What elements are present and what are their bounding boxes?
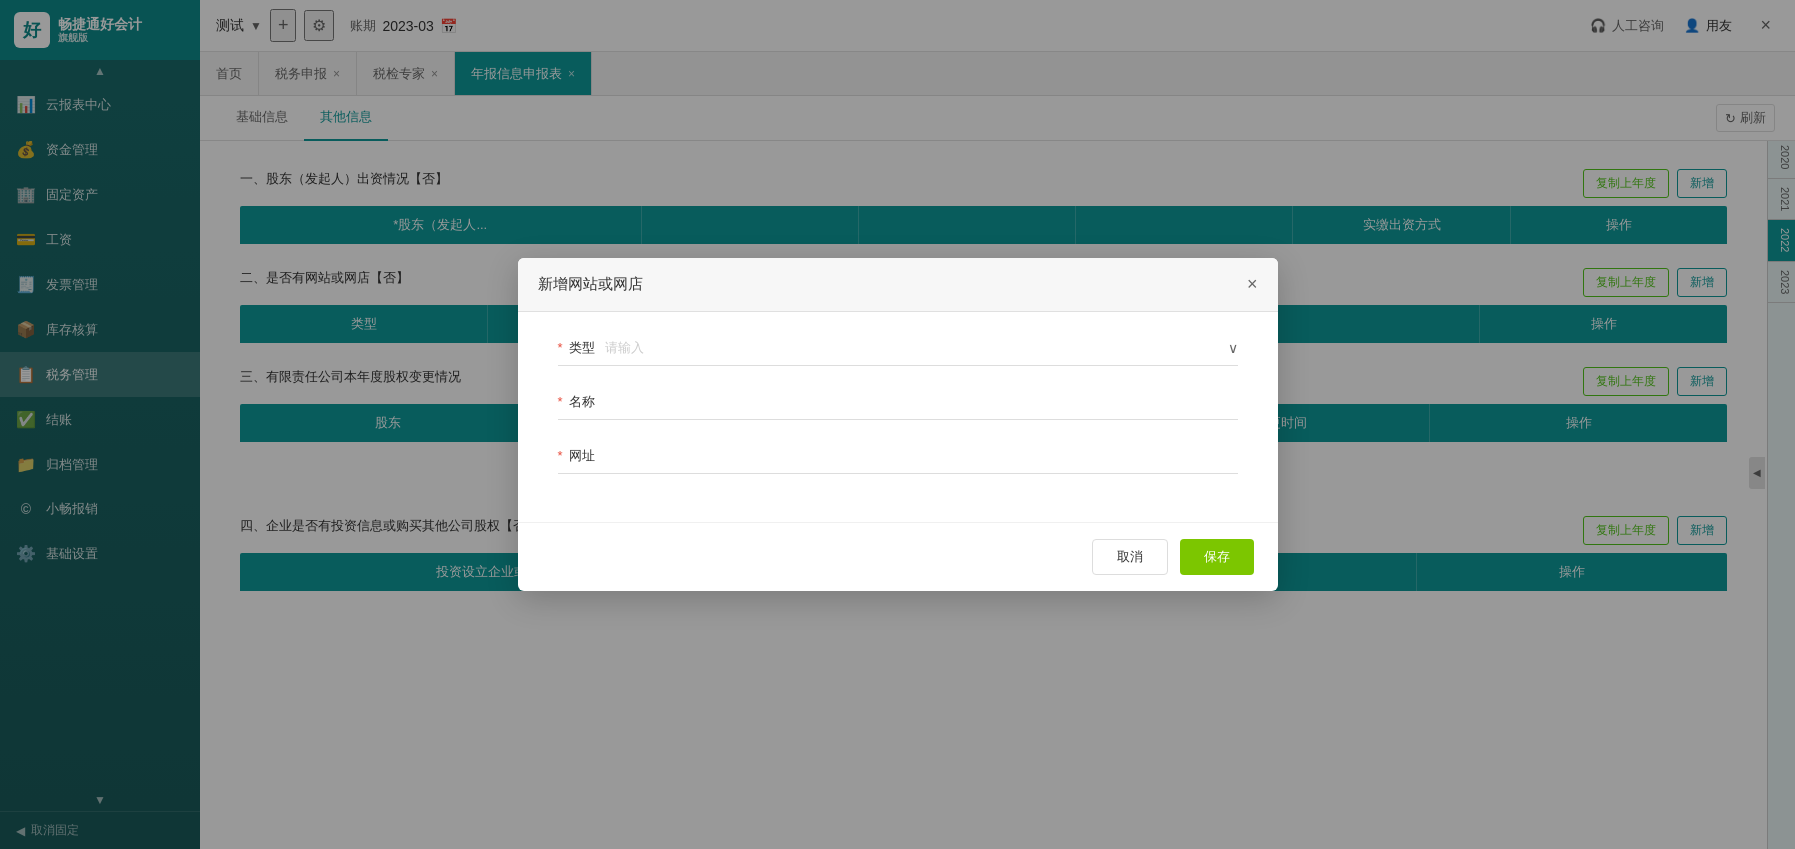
form-name-input-row: * 名称 bbox=[558, 390, 1238, 420]
modal-add-website: 新增网站或网店 × * 类型 ∨ * 名称 bbox=[518, 258, 1278, 591]
form-url-row: * 网址 bbox=[558, 444, 1238, 474]
type-dropdown-icon[interactable]: ∨ bbox=[1228, 340, 1238, 356]
type-label: 类型 bbox=[569, 339, 595, 357]
form-url-input-row: * 网址 bbox=[558, 444, 1238, 474]
form-name-row: * 名称 bbox=[558, 390, 1238, 420]
url-input[interactable] bbox=[605, 444, 1238, 467]
name-required-marker: * bbox=[558, 394, 563, 409]
save-button[interactable]: 保存 bbox=[1180, 539, 1254, 575]
type-required-marker: * bbox=[558, 340, 563, 355]
modal-title: 新增网站或网店 bbox=[538, 275, 643, 294]
form-type-input-row: * 类型 ∨ bbox=[558, 336, 1238, 366]
modal-body: * 类型 ∨ * 名称 * 网址 bbox=[518, 312, 1278, 522]
name-input[interactable] bbox=[605, 390, 1238, 413]
modal-footer: 取消 保存 bbox=[518, 522, 1278, 591]
url-required-marker: * bbox=[558, 448, 563, 463]
cancel-button[interactable]: 取消 bbox=[1092, 539, 1168, 575]
modal-header: 新增网站或网店 × bbox=[518, 258, 1278, 312]
modal-close-button[interactable]: × bbox=[1247, 274, 1258, 295]
form-type-row: * 类型 ∨ bbox=[558, 336, 1238, 366]
modal-overlay[interactable]: 新增网站或网店 × * 类型 ∨ * 名称 bbox=[0, 0, 1795, 849]
url-label: 网址 bbox=[569, 447, 595, 465]
type-input[interactable] bbox=[605, 336, 1228, 359]
name-label: 名称 bbox=[569, 393, 595, 411]
